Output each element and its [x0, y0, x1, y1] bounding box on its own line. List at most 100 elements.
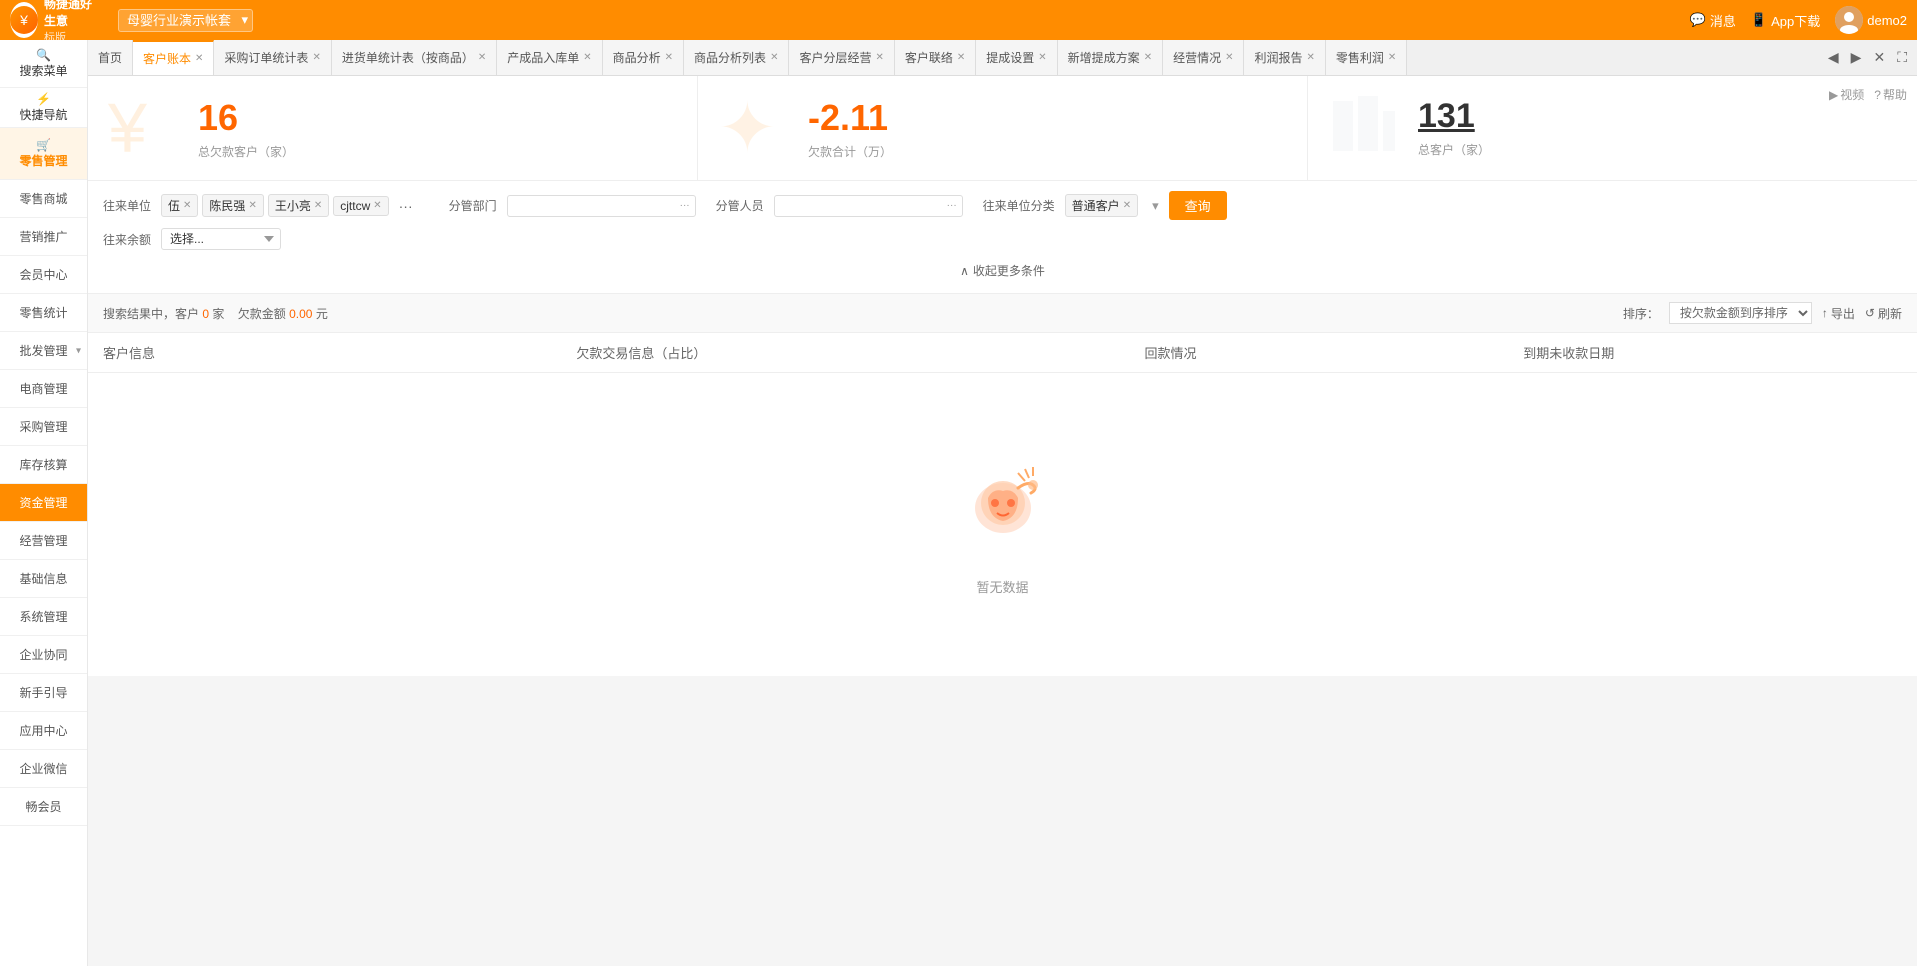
tab-product-analysis[interactable]: 商品分析 ✕: [603, 40, 684, 76]
more-tags-btn[interactable]: ···: [393, 196, 419, 216]
sidebar-item-marketing[interactable]: 营销推广: [0, 218, 87, 256]
page-content: ¥ 16 总欠款客户（家） ✦ -2.11 欠款合计（万）: [88, 76, 1917, 966]
app-download-btn[interactable]: 📱 App下载: [1751, 11, 1820, 30]
sidebar-item-retail-shop[interactable]: 零售商城: [0, 180, 87, 218]
tab-close-accounts-receivable[interactable]: ✕: [195, 54, 203, 64]
sidebar-item-wholesale[interactable]: 批发管理 ▾: [0, 332, 87, 370]
sidebar-item-ecommerce[interactable]: 电商管理: [0, 370, 87, 408]
app-wrapper: ¥ 畅捷通好生意 标版 母婴行业演示帐套 ▾ 💬 消息 📱 App下载: [0, 0, 1917, 966]
sort-label: 排序：: [1623, 305, 1659, 322]
sort-select[interactable]: 按欠款金额到序排序: [1669, 302, 1812, 324]
tab-close-customer-tier[interactable]: ✕: [875, 53, 883, 63]
tab-close-inbound[interactable]: ✕: [478, 53, 486, 63]
person-input[interactable]: [774, 195, 963, 217]
tab-close-profit[interactable]: ✕: [1307, 53, 1315, 63]
sidebar-item-retail[interactable]: 🛒 零售管理: [0, 128, 87, 180]
tab-fullscreen[interactable]: ⛶: [1893, 47, 1911, 68]
sidebar-item-basic-info[interactable]: 基础信息: [0, 560, 87, 598]
tab-customer-tier[interactable]: 客户分层经营 ✕: [789, 40, 894, 76]
mobile-icon: 📱: [1751, 12, 1767, 28]
tab-home[interactable]: 首页: [88, 40, 133, 76]
top-actions: 💬 消息 📱 App下载 demo2: [1690, 6, 1907, 34]
tab-retail-profit[interactable]: 零售利润 ✕: [1326, 40, 1407, 76]
tag-close-chen[interactable]: ✕: [248, 200, 256, 211]
tab-profit-report[interactable]: 利润报告 ✕: [1244, 40, 1325, 76]
tab-product-inbound[interactable]: 产成品入库单 ✕: [497, 40, 602, 76]
account-selector[interactable]: 母婴行业演示帐套: [118, 9, 253, 32]
dept-input[interactable]: [507, 195, 696, 217]
dept-more-dots[interactable]: ···: [680, 200, 690, 211]
message-btn[interactable]: 💬 消息: [1690, 11, 1736, 30]
stat-label-customers: 总欠款客户（家）: [198, 143, 294, 160]
person-filter-label: 分管人员: [716, 197, 764, 214]
tab-scroll-right[interactable]: ▶: [1847, 47, 1866, 68]
sidebar-item-operations[interactable]: 经营管理: [0, 522, 87, 560]
tab-close-product-inbound[interactable]: ✕: [583, 53, 591, 63]
sidebar-item-system[interactable]: 系统管理: [0, 598, 87, 636]
remainder-filter-label: 往来余额: [103, 231, 151, 248]
tab-close-analysis-list[interactable]: ✕: [770, 53, 778, 63]
help-btn[interactable]: ? 帮助: [1874, 86, 1907, 103]
sidebar-item-inventory[interactable]: 库存核算: [0, 446, 87, 484]
sidebar-item-retail-stats[interactable]: 零售统计: [0, 294, 87, 332]
nav-icon: ⚡: [4, 92, 83, 106]
results-info: 搜索结果中，客户 0 家 欠款金额 0.00 元: [103, 305, 328, 322]
person-more-dots[interactable]: ···: [947, 200, 957, 211]
sidebar-item-purchase[interactable]: 采购管理: [0, 408, 87, 446]
sidebar-item-enterprise-collab[interactable]: 企业协同: [0, 636, 87, 674]
tab-promotion-settings[interactable]: 提成设置 ✕: [976, 40, 1057, 76]
tag-close-cjttcw[interactable]: ✕: [373, 200, 381, 211]
query-button[interactable]: 查询: [1169, 191, 1227, 220]
user-avatar-area[interactable]: demo2: [1835, 6, 1907, 34]
tab-purchase-order[interactable]: 采购订单统计表 ✕: [214, 40, 331, 76]
tab-operation-status[interactable]: 经营情况 ✕: [1163, 40, 1244, 76]
sidebar-item-app-center[interactable]: 应用中心: [0, 712, 87, 750]
tab-inbound-stats[interactable]: 进货单统计表（按商品） ✕: [332, 40, 497, 76]
results-bar: 搜索结果中，客户 0 家 欠款金额 0.00 元 排序： 按欠款金额到序排序: [88, 294, 1917, 333]
filter-row-1: 往来单位 伍 ✕ 陈民强 ✕ 王小亮: [103, 191, 1902, 220]
refresh-btn[interactable]: ↺ 刷新: [1865, 305, 1902, 322]
chevron-up-icon: ∧: [960, 264, 969, 278]
tag-normal-customer: 普通客户 ✕: [1065, 194, 1138, 217]
sidebar-item-finance[interactable]: 资金管理: [0, 484, 87, 522]
empty-text: 暂无数据: [976, 577, 1028, 596]
logo-area: ¥ 畅捷通好生意 标版: [10, 0, 98, 45]
dept-filter-label: 分管部门: [449, 197, 497, 214]
stat-total-debt: ✦ -2.11 欠款合计（万）: [698, 76, 1308, 180]
tab-close-all[interactable]: ✕: [1869, 47, 1889, 68]
avatar: [1835, 6, 1863, 34]
sidebar-item-enterprise-wechat[interactable]: 企业微信: [0, 750, 87, 788]
table-header: 客户信息 欠款交易信息（占比） 回款情况 到期未收款日期: [88, 333, 1917, 373]
tab-product-analysis-list[interactable]: 商品分析列表 ✕: [684, 40, 789, 76]
tag-close-wu[interactable]: ✕: [183, 200, 191, 211]
tab-close-retail-profit[interactable]: ✕: [1388, 53, 1396, 63]
category-dropdown-icon[interactable]: ▾: [1152, 198, 1159, 214]
export-btn[interactable]: ↑ 导出: [1822, 305, 1855, 322]
tab-accounts-receivable[interactable]: 客户账本 ✕: [133, 40, 214, 76]
tab-scroll-left[interactable]: ◀: [1824, 47, 1843, 68]
sidebar-item-vip-member[interactable]: 畅会员: [0, 788, 87, 826]
tab-customer-contact[interactable]: 客户联络 ✕: [895, 40, 976, 76]
tab-close-add-promotion[interactable]: ✕: [1144, 53, 1152, 63]
tab-close-product-analysis[interactable]: ✕: [665, 53, 673, 63]
tab-close-purchase[interactable]: ✕: [312, 53, 320, 63]
video-help-btn[interactable]: ▶ 视频: [1829, 86, 1864, 103]
sidebar-item-new-guide[interactable]: 新手引导: [0, 674, 87, 712]
sidebar-item-members[interactable]: 会员中心: [0, 256, 87, 294]
col-debt-info: 欠款交易信息（占比）: [576, 343, 1144, 362]
tag-close-wang[interactable]: ✕: [314, 200, 322, 211]
tab-close-customer-contact[interactable]: ✕: [957, 53, 965, 63]
account-selector-wrap[interactable]: 母婴行业演示帐套 ▾: [108, 9, 253, 32]
stat-total-clients: 131 总客户（家） ▶ 视频 ? 帮助: [1308, 76, 1917, 180]
collapse-button[interactable]: ∧ 收起更多条件: [103, 258, 1902, 283]
main-layout: 🔍 搜索菜单 ⚡ 快捷导航 🛒 零售管理 零售商城 营销推广 会员中心 零售统计: [0, 40, 1917, 966]
tab-close-operation[interactable]: ✕: [1225, 53, 1233, 63]
message-icon: 💬: [1690, 12, 1706, 28]
tag-close-normal[interactable]: ✕: [1123, 200, 1131, 211]
sidebar-quick-nav[interactable]: ⚡ 快捷导航: [0, 88, 87, 128]
tab-close-promotion[interactable]: ✕: [1038, 53, 1046, 63]
tab-add-promotion[interactable]: 新增提成方案 ✕: [1058, 40, 1163, 76]
remainder-select[interactable]: 选择...: [161, 228, 281, 250]
sidebar-search[interactable]: 🔍 搜索菜单: [0, 40, 87, 88]
filter-row-2: 往来余额 选择...: [103, 228, 1902, 250]
